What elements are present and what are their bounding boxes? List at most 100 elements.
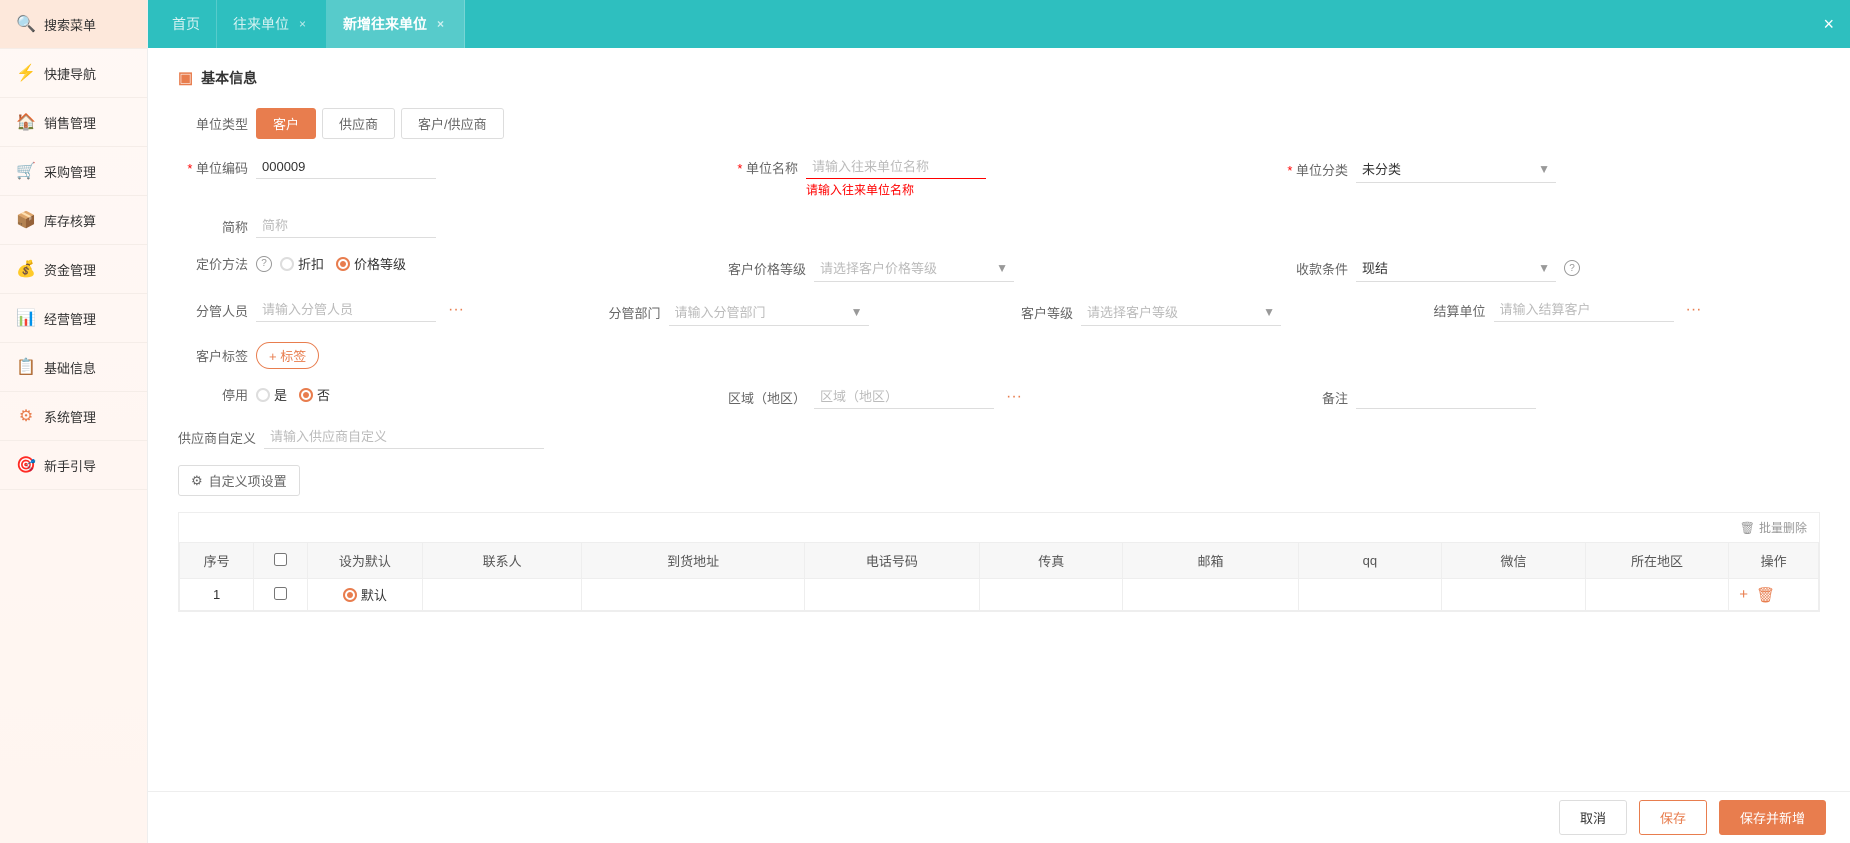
tab-trade-units[interactable]: 往来单位 ×	[217, 0, 327, 48]
remarks-field: 备注	[1278, 385, 1820, 409]
address-input[interactable]	[633, 587, 753, 602]
disable-field: 停用 是 否	[178, 385, 720, 404]
sidebar-item-sales[interactable]: 🏠 销售管理	[0, 98, 147, 147]
row-checkbox[interactable]	[274, 587, 287, 600]
sidebar-item-inventory[interactable]: 📦 库存核算	[0, 196, 147, 245]
custom-settings-button[interactable]: ⚙ 自定义项设置	[178, 465, 300, 496]
unit-btn-supplier[interactable]: 供应商	[322, 108, 395, 139]
tab-new-trade-unit[interactable]: 新增往来单位 ×	[327, 0, 465, 48]
add-tag-button[interactable]: + 标签	[256, 342, 319, 369]
tab-new-trade-unit-close[interactable]: ×	[433, 15, 448, 33]
region-field: 区域（地区） ···	[728, 385, 1270, 409]
row-region-input[interactable]	[1622, 587, 1692, 602]
cell-qq[interactable]	[1298, 579, 1442, 611]
pricing-discount-option[interactable]: 折扣	[280, 254, 324, 273]
col-qq: qq	[1298, 543, 1442, 579]
unit-btn-both[interactable]: 客户/供应商	[401, 108, 504, 139]
contacts-table-container: 🗑 批量删除 序号 设为默认 联系人 到货地址 电话号码 传真 邮箱 qq	[178, 512, 1820, 612]
default-radio[interactable]	[343, 588, 357, 602]
pricing-help-icon[interactable]: ?	[256, 256, 272, 272]
sidebar-item-label: 快捷导航	[44, 64, 96, 83]
delete-row-btn[interactable]: 🗑	[1756, 586, 1775, 604]
region-input[interactable]	[814, 385, 994, 409]
sidebar-item-guide[interactable]: 🎯 新手引导	[0, 441, 147, 490]
cell-fax[interactable]	[979, 579, 1123, 611]
settlement-input[interactable]	[1494, 298, 1674, 322]
sidebar-item-finance[interactable]: 💰 资金管理	[0, 245, 147, 294]
window-close-button[interactable]: ×	[1815, 10, 1842, 39]
unit-category-select[interactable]: 未分类 ▼	[1356, 155, 1556, 183]
short-name-row: 简称	[178, 214, 1820, 238]
sidebar-item-operations[interactable]: 📊 经营管理	[0, 294, 147, 343]
contacts-table: 序号 设为默认 联系人 到货地址 电话号码 传真 邮箱 qq 微信 所在地区 操…	[179, 542, 1819, 611]
settings-gear-icon: ⚙	[191, 473, 203, 489]
unit-code-input[interactable]	[256, 155, 436, 179]
wechat-input[interactable]	[1478, 587, 1548, 602]
col-phone: 电话号码	[804, 543, 979, 579]
disable-yes-radio	[256, 388, 270, 402]
col-wechat: 微信	[1442, 543, 1586, 579]
unit-type-group: 客户 供应商 客户/供应商	[256, 108, 504, 139]
default-label: 默认	[361, 585, 387, 604]
operations-icon: 📊	[16, 308, 36, 328]
unit-category-arrow: ▼	[1538, 162, 1550, 176]
sidebar-item-search[interactable]: 🔍 搜索菜单	[0, 0, 147, 49]
col-region: 所在地区	[1585, 543, 1729, 579]
disable-yes-option[interactable]: 是	[256, 385, 287, 404]
save-and-new-button[interactable]: 保存并新增	[1719, 800, 1826, 835]
col-checkbox[interactable]	[254, 543, 308, 579]
section-title-text: 基本信息	[201, 68, 257, 88]
add-row-btn[interactable]: +	[1739, 586, 1748, 603]
department-select[interactable]: 请输入分管部门 ▼	[669, 298, 869, 326]
short-name-input[interactable]	[256, 214, 436, 238]
payment-terms-select[interactable]: 现结 ▼	[1356, 254, 1556, 282]
region-more-btn[interactable]: ···	[1002, 388, 1026, 406]
disable-no-option[interactable]: 否	[299, 385, 330, 404]
customer-level-select[interactable]: 请选择客户等级 ▼	[1081, 298, 1281, 326]
supplier-custom-input[interactable]	[264, 425, 544, 449]
settlement-more-btn[interactable]: ···	[1682, 301, 1706, 319]
payment-terms-help-icon[interactable]: ?	[1564, 260, 1580, 276]
unit-name-label: 单位名称	[728, 158, 798, 177]
search-menu-icon: 🔍	[16, 14, 36, 34]
cell-wechat[interactable]	[1442, 579, 1586, 611]
contact-input[interactable]	[462, 587, 542, 602]
phone-input[interactable]	[847, 587, 937, 602]
select-all-checkbox[interactable]	[274, 553, 287, 566]
manager-input[interactable]	[256, 298, 436, 322]
cell-phone[interactable]	[804, 579, 979, 611]
department-field: 分管部门 请输入分管部门 ▼	[591, 298, 996, 326]
unit-btn-customer[interactable]: 客户	[256, 108, 316, 139]
manager-more-btn[interactable]: ···	[444, 301, 468, 319]
cancel-button[interactable]: 取消	[1559, 800, 1627, 835]
col-email: 邮箱	[1123, 543, 1298, 579]
sidebar-item-basic-info[interactable]: 📋 基础信息	[0, 343, 147, 392]
customer-price-level-select[interactable]: 请选择客户价格等级 ▼	[814, 254, 1014, 282]
sidebar-item-system[interactable]: ⚙ 系统管理	[0, 392, 147, 441]
quick-nav-icon: ⚡	[16, 63, 36, 83]
tag-field: 客户标签 + 标签	[178, 342, 1820, 369]
unit-name-input[interactable]	[806, 155, 986, 179]
pricing-level-option[interactable]: 价格等级	[336, 254, 406, 273]
cell-contact[interactable]	[423, 579, 582, 611]
save-button[interactable]: 保存	[1639, 800, 1707, 835]
tab-trade-units-close[interactable]: ×	[295, 15, 310, 33]
customer-price-level-field: 客户价格等级 请选择客户价格等级 ▼	[728, 254, 1270, 282]
unit-code-label: 单位编码	[178, 158, 248, 177]
tab-home[interactable]: 首页	[156, 0, 217, 48]
sales-icon: 🏠	[16, 112, 36, 132]
fax-input[interactable]	[1016, 587, 1086, 602]
email-input[interactable]	[1166, 587, 1256, 602]
qq-input[interactable]	[1335, 587, 1405, 602]
cell-email[interactable]	[1123, 579, 1298, 611]
sidebar-item-quick-nav[interactable]: ⚡ 快捷导航	[0, 49, 147, 98]
batch-delete-label: 批量删除	[1759, 519, 1807, 536]
sidebar-item-purchase[interactable]: 🛒 采购管理	[0, 147, 147, 196]
remarks-input[interactable]	[1356, 385, 1536, 409]
batch-delete-btn[interactable]: 🗑 批量删除	[1740, 519, 1807, 536]
cell-checkbox[interactable]	[254, 579, 308, 611]
unit-type-label: 单位类型	[178, 114, 248, 133]
cell-no: 1	[180, 579, 254, 611]
cell-address[interactable]	[582, 579, 804, 611]
cell-region[interactable]	[1585, 579, 1729, 611]
